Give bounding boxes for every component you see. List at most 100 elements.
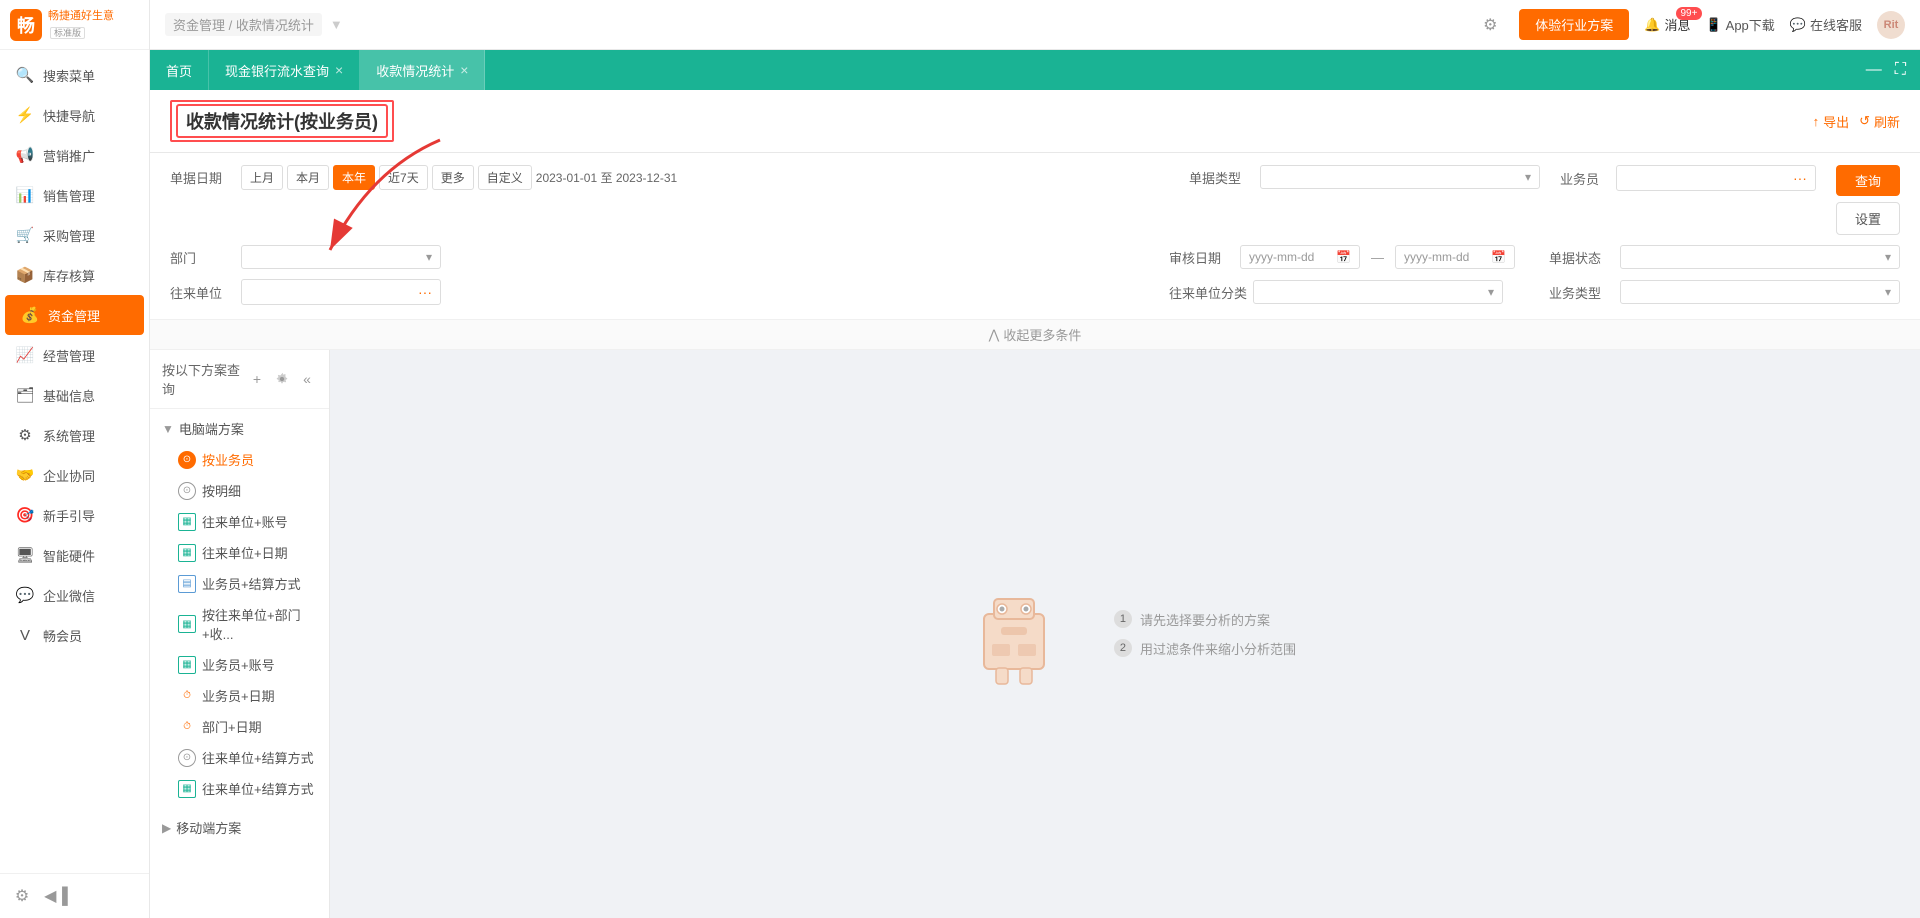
purchase-icon: 🛒 xyxy=(15,225,35,245)
scheme-item-salesperson-account[interactable]: ▦ 业务员+账号 xyxy=(150,649,329,680)
scheme-item-partner-date[interactable]: ▦ 往来单位+日期 xyxy=(150,537,329,568)
main-content: 资金管理 / 收款情况统计 ▼ ⚙ 体验行业方案 🔔 99+ 消息 📱 App下… xyxy=(150,0,1920,918)
scheme-add-button[interactable]: + xyxy=(247,369,267,389)
dept-label: 部门 xyxy=(170,248,235,267)
topbar-settings-icon[interactable]: ⚙ xyxy=(1476,11,1504,39)
scheme-table3-icon: ▦ xyxy=(178,615,196,633)
notification-area[interactable]: 🔔 99+ 消息 xyxy=(1644,15,1690,34)
date-btn-custom[interactable]: 自定义 xyxy=(478,165,532,190)
calendar-from-icon: 📅 xyxy=(1336,250,1351,264)
date-options: 上月 本月 本年 近7天 更多 自定义 2023-01-01 至 2023-12… xyxy=(241,165,677,190)
logo-icon: 畅 xyxy=(10,9,42,41)
sidebar-item-inventory[interactable]: 📦 库存核算 xyxy=(0,255,149,295)
top-bar: 资金管理 / 收款情况统计 ▼ ⚙ 体验行业方案 🔔 99+ 消息 📱 App下… xyxy=(150,0,1920,50)
top-actions: ⚙ 体验行业方案 xyxy=(1476,9,1629,40)
date-btn-this-month[interactable]: 本月 xyxy=(287,165,329,190)
scheme-group-expand-icon: ▼ xyxy=(162,422,174,436)
scheme-panel-header: 按以下方案查询 + « xyxy=(150,350,329,409)
voucher-type-chevron-icon: ▾ xyxy=(1525,170,1531,184)
sidebar-item-system[interactable]: ⚙ 系统管理 xyxy=(0,415,149,455)
tab-receipt-close-icon[interactable]: × xyxy=(460,63,468,77)
footer-settings-icon[interactable]: ⚙ xyxy=(10,884,34,908)
sidebar-item-search[interactable]: 🔍 搜索菜单 xyxy=(0,55,149,95)
scheme-item-partner-settle2[interactable]: ▦ 往来单位+结算方式 xyxy=(150,773,329,804)
sidebar: 畅 畅捷通好生意 标准版 🔍 搜索菜单 ⚡ 快捷导航 📢 营销推广 📊 xyxy=(0,0,150,918)
sidebar-item-hardware[interactable]: 🖥 智能硬件 xyxy=(0,535,149,575)
tab-bank-close-icon[interactable]: × xyxy=(335,63,343,77)
scheme-group-pc: ▼ 电脑端方案 ⊙ 按业务员 ⊙ 按明细 ▦ 往来单位+账号 xyxy=(150,409,329,808)
scheme-item-salesperson-settle[interactable]: ▤ 业务员+结算方式 xyxy=(150,568,329,599)
tab-bar-actions: — ⛶ xyxy=(1852,50,1920,90)
scheme-item-salesperson[interactable]: ⊙ 按业务员 xyxy=(150,444,329,475)
scheme-item-salesperson-date[interactable]: ⏱ 业务员+日期 xyxy=(150,680,329,711)
marketing-icon: 📢 xyxy=(15,145,35,165)
date-btn-this-year[interactable]: 本年 xyxy=(333,165,375,190)
scheme-group-mobile-header[interactable]: ▶ 移动端方案 xyxy=(150,812,329,843)
query-button[interactable]: 查询 xyxy=(1836,165,1900,196)
hardware-icon: 🖥 xyxy=(15,545,35,565)
scheme-outline1-icon: ⊙ xyxy=(178,749,196,767)
sidebar-item-purchase[interactable]: 🛒 采购管理 xyxy=(0,215,149,255)
date-btn-last-month[interactable]: 上月 xyxy=(241,165,283,190)
member-icon: V xyxy=(15,625,35,645)
sales-icon: 📊 xyxy=(15,185,35,205)
service-icon: 💬 xyxy=(1790,17,1806,33)
user-avatar[interactable]: Rit xyxy=(1877,11,1905,39)
scheme-header-actions: + « xyxy=(247,369,317,389)
sidebar-item-finance[interactable]: 💰 资金管理 xyxy=(5,295,144,335)
voucher-status-chevron-icon: ▾ xyxy=(1885,250,1891,264)
tab-receipt[interactable]: 收款情况统计 × xyxy=(360,50,485,90)
scheme-settings-button[interactable] xyxy=(272,369,292,389)
business-type-select[interactable]: ▾ xyxy=(1620,280,1900,304)
date-btn-7days[interactable]: 近7天 xyxy=(379,165,428,190)
sidebar-item-member[interactable]: V 畅会员 xyxy=(0,615,149,655)
scheme-panel: 按以下方案查询 + « ▼ xyxy=(150,350,330,918)
business-type-chevron-icon: ▾ xyxy=(1885,285,1891,299)
salesperson-select[interactable]: ··· xyxy=(1616,165,1816,191)
tab-maximize-button[interactable]: ⛶ xyxy=(1891,57,1910,83)
app-icon: 📱 xyxy=(1705,17,1721,33)
notification-badge: 99+ xyxy=(1676,7,1703,20)
sidebar-item-marketing[interactable]: 📢 营销推广 xyxy=(0,135,149,175)
footer-collapse-icon[interactable]: ◀▐ xyxy=(44,884,68,908)
online-service-link[interactable]: 💬 在线客服 xyxy=(1790,15,1862,34)
scheme-item-partner-settle1[interactable]: ⊙ 往来单位+结算方式 xyxy=(150,742,329,773)
sidebar-item-quicknav[interactable]: ⚡ 快捷导航 xyxy=(0,95,149,135)
sidebar-item-basic[interactable]: 🗂 基础信息 xyxy=(0,375,149,415)
scheme-item-partner-account[interactable]: ▦ 往来单位+账号 xyxy=(150,506,329,537)
scheme-item-detail[interactable]: ⊙ 按明细 xyxy=(150,475,329,506)
scheme-item-dept-date[interactable]: ⏱ 部门+日期 xyxy=(150,711,329,742)
data-area: 1 请先选择要分析的方案 2 用过滤条件来缩小分析范围 xyxy=(330,350,1920,918)
breadcrumb: 资金管理 / 收款情况统计 ▼ xyxy=(165,13,1461,36)
date-btn-more[interactable]: 更多 xyxy=(432,165,474,190)
tab-minimize-button[interactable]: — xyxy=(1862,57,1886,83)
export-button[interactable]: ↑ 导出 xyxy=(1813,112,1850,131)
setup-button[interactable]: 设置 xyxy=(1836,202,1900,235)
review-date-to[interactable]: yyyy-mm-dd 📅 xyxy=(1395,245,1515,269)
dept-select[interactable]: ▾ xyxy=(241,245,441,269)
review-date-from[interactable]: yyyy-mm-dd 📅 xyxy=(1240,245,1360,269)
tab-home[interactable]: 首页 xyxy=(150,50,209,90)
app-download-link[interactable]: 📱 App下载 xyxy=(1705,15,1774,34)
scheme-collapse-button[interactable]: « xyxy=(297,369,317,389)
partner-more-icon: ··· xyxy=(418,284,432,300)
sidebar-item-enterprise[interactable]: 🤝 企业协同 xyxy=(0,455,149,495)
partner-type-select[interactable]: ▾ xyxy=(1253,280,1503,304)
sidebar-item-guide[interactable]: 🎯 新手引导 xyxy=(0,495,149,535)
refresh-button[interactable]: ↺ 刷新 xyxy=(1859,112,1900,131)
collapse-bar[interactable]: ⋀ 收起更多条件 xyxy=(150,319,1920,350)
scheme-group-pc-header[interactable]: ▼ 电脑端方案 xyxy=(150,413,329,444)
tab-bar: 首页 现金银行流水查询 × 收款情况统计 × — ⛶ xyxy=(150,50,1920,90)
content-area: 按以下方案查询 + « ▼ xyxy=(150,350,1920,918)
scheme-item-partner-dept[interactable]: ▦ 按往来单位+部门+收... xyxy=(150,599,329,649)
sidebar-item-weixin[interactable]: 💬 企业微信 xyxy=(0,575,149,615)
voucher-status-select[interactable]: ▾ xyxy=(1620,245,1900,269)
inventory-icon: 📦 xyxy=(15,265,35,285)
partner-select[interactable]: ··· xyxy=(241,279,441,305)
sidebar-item-sales[interactable]: 📊 销售管理 xyxy=(0,175,149,215)
tab-bank[interactable]: 现金银行流水查询 × xyxy=(209,50,360,90)
sidebar-item-operations[interactable]: 📈 经营管理 xyxy=(0,335,149,375)
trial-button[interactable]: 体验行业方案 xyxy=(1519,9,1629,40)
voucher-type-select[interactable]: ▾ xyxy=(1260,165,1540,189)
enterprise-icon: 🤝 xyxy=(15,465,35,485)
